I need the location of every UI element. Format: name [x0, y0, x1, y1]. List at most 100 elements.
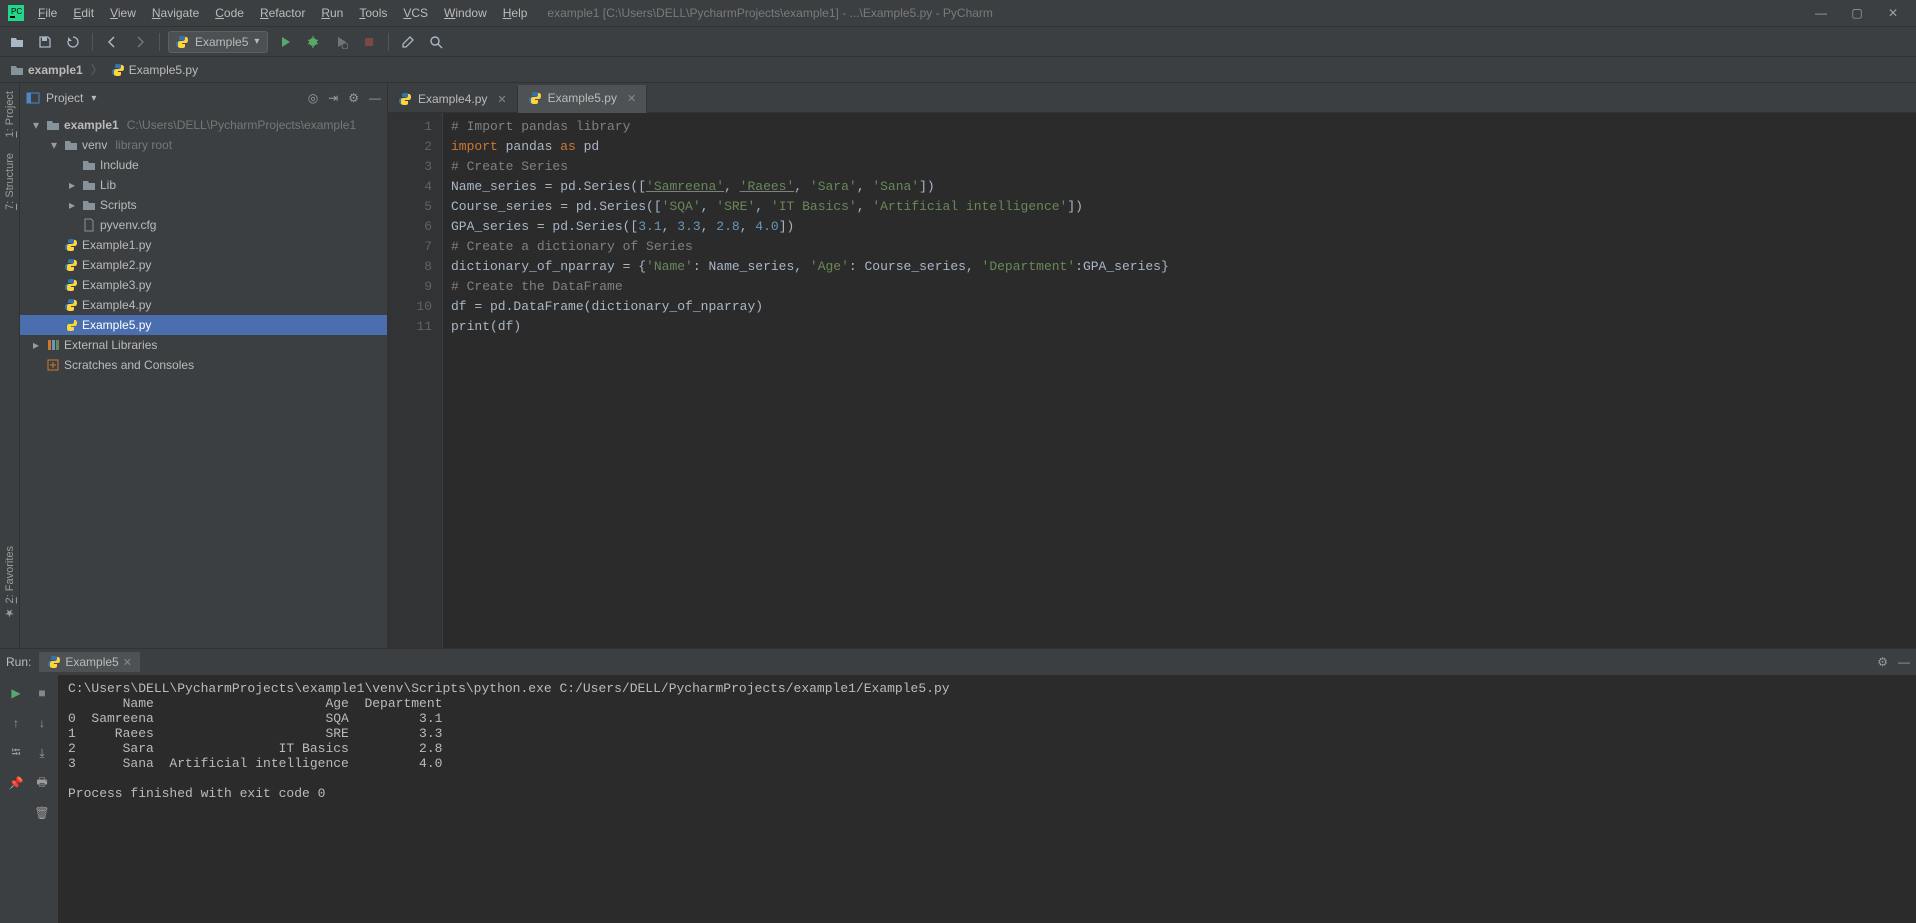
run-config-selector[interactable]: Example5 ▾: [168, 31, 268, 53]
open-icon[interactable]: [6, 31, 28, 53]
tree-item-external-libraries[interactable]: ▸External Libraries: [20, 335, 387, 355]
menu-run[interactable]: Run: [313, 2, 351, 24]
tree-item-venv[interactable]: ▾venvlibrary root: [20, 135, 387, 155]
collapse-icon[interactable]: ⇥: [328, 91, 338, 105]
menu-navigate[interactable]: Navigate: [144, 2, 207, 24]
stop-icon[interactable]: [358, 31, 380, 53]
code-line-2[interactable]: import pandas as pd: [451, 137, 1916, 157]
code-line-10[interactable]: df = pd.DataFrame(dictionary_of_nparray): [451, 297, 1916, 317]
menu-view[interactable]: View: [102, 2, 144, 24]
build-icon[interactable]: [397, 31, 419, 53]
run-side-toolbar: ▶ ■ ↑ ↓ ⭾ ⤓ 📌 🖶 🗑: [0, 675, 58, 923]
structure-strip-button[interactable]: 7: Structure: [4, 145, 16, 218]
up-icon[interactable]: ↑: [4, 709, 28, 737]
menu-refactor[interactable]: Refactor: [252, 2, 313, 24]
code-line-11[interactable]: print(df): [451, 317, 1916, 337]
chevron-down-icon: ▾: [254, 36, 259, 47]
tree-item-scripts[interactable]: ▸Scripts: [20, 195, 387, 215]
project-view-icon: [26, 91, 40, 105]
tree-item-pyvenv-cfg[interactable]: pyvenv.cfg: [20, 215, 387, 235]
project-panel-header: Project ▾ ◎ ⇥ ⚙ —: [20, 83, 387, 113]
python-icon: [64, 238, 78, 252]
python-icon: [528, 91, 542, 105]
favorites-strip-button[interactable]: ★ 2: Favorites: [3, 538, 16, 628]
close-icon[interactable]: ✕: [123, 656, 132, 669]
chevron-down-icon[interactable]: ▾: [91, 93, 96, 104]
menu-window[interactable]: Window: [436, 2, 495, 24]
run-tab[interactable]: Example5 ✕: [39, 652, 140, 672]
editor-code[interactable]: # Import pandas libraryimport pandas as …: [443, 113, 1916, 648]
breadcrumb-file[interactable]: Example5.py: [107, 61, 202, 79]
svg-text:PC: PC: [11, 7, 22, 16]
menu-tools[interactable]: Tools: [351, 2, 395, 24]
locate-icon[interactable]: ◎: [308, 91, 318, 105]
code-line-9[interactable]: # Create the DataFrame: [451, 277, 1916, 297]
save-icon[interactable]: [34, 31, 56, 53]
editor-gutter: 1234567891011: [388, 113, 443, 648]
window-title: example1 [C:\Users\DELL\PycharmProjects\…: [547, 6, 993, 20]
editor-body[interactable]: 1234567891011 # Import pandas libraryimp…: [388, 113, 1916, 648]
menu-code[interactable]: Code: [207, 2, 252, 24]
search-icon[interactable]: [425, 31, 447, 53]
menu-edit[interactable]: Edit: [65, 2, 102, 24]
tab-example5-py[interactable]: Example5.py✕: [518, 85, 648, 113]
tree-item-lib[interactable]: ▸Lib: [20, 175, 387, 195]
pin-icon[interactable]: 📌: [4, 769, 28, 797]
close-icon[interactable]: ✕: [497, 93, 506, 106]
debug-icon[interactable]: [302, 31, 324, 53]
left-tool-strip: 1: Project 7: Structure ★ 2: Favorites: [0, 83, 20, 648]
breadcrumb-project-label: example1: [28, 63, 83, 77]
tree-item-example4-py[interactable]: Example4.py: [20, 295, 387, 315]
close-icon[interactable]: ✕: [627, 92, 636, 105]
code-line-5[interactable]: Course_series = pd.Series(['SQA', 'SRE',…: [451, 197, 1916, 217]
gear-icon[interactable]: ⚙: [348, 91, 359, 105]
tree-item-example2-py[interactable]: Example2.py: [20, 255, 387, 275]
python-icon: [64, 318, 78, 332]
soft-wrap-icon[interactable]: ⭾: [4, 739, 28, 767]
close-window-button[interactable]: ✕: [1884, 6, 1902, 20]
print-icon[interactable]: 🖶: [30, 769, 54, 797]
run-icon[interactable]: [274, 31, 296, 53]
code-line-4[interactable]: Name_series = pd.Series(['Samreena', 'Ra…: [451, 177, 1916, 197]
code-line-6[interactable]: GPA_series = pd.Series([3.1, 3.3, 2.8, 4…: [451, 217, 1916, 237]
gear-icon[interactable]: ⚙: [1877, 655, 1888, 669]
tree-item--b-example1-b-[interactable]: ▾example1C:\Users\DELL\PycharmProjects\e…: [20, 115, 387, 135]
trash-icon[interactable]: 🗑: [30, 799, 54, 827]
down-icon[interactable]: ↓: [30, 709, 54, 737]
tab-example4-py[interactable]: Example4.py✕: [388, 86, 518, 112]
menu-vcs[interactable]: VCS: [395, 2, 436, 24]
project-strip-button[interactable]: 1: Project: [4, 83, 16, 145]
run-body: ▶ ■ ↑ ↓ ⭾ ⤓ 📌 🖶 🗑 C:\Users\DELL\PycharmP…: [0, 675, 1916, 923]
maximize-button[interactable]: ▢: [1848, 6, 1866, 20]
sync-icon[interactable]: [62, 31, 84, 53]
breadcrumb-file-label: Example5.py: [129, 63, 198, 77]
stop-icon[interactable]: ■: [30, 679, 54, 707]
hide-icon[interactable]: —: [369, 91, 381, 105]
tree-arrow-icon: ▸: [66, 178, 78, 192]
forward-icon[interactable]: [129, 31, 151, 53]
file-icon: [82, 218, 96, 232]
pycharm-icon: PC: [8, 5, 24, 21]
breadcrumb-project[interactable]: example1: [6, 61, 87, 79]
tree-item-example5-py[interactable]: Example5.py: [20, 315, 387, 335]
hide-icon[interactable]: —: [1898, 655, 1910, 669]
coverage-icon[interactable]: [330, 31, 352, 53]
tree-item-example3-py[interactable]: Example3.py: [20, 275, 387, 295]
code-line-8[interactable]: dictionary_of_nparray = {'Name': Name_se…: [451, 257, 1916, 277]
code-line-3[interactable]: # Create Series: [451, 157, 1916, 177]
scroll-end-icon[interactable]: ⤓: [30, 739, 54, 767]
back-icon[interactable]: [101, 31, 123, 53]
tree-item-scratches-and-consoles[interactable]: Scratches and Consoles: [20, 355, 387, 375]
menu-file[interactable]: File: [30, 2, 65, 24]
tree-item-example1-py[interactable]: Example1.py: [20, 235, 387, 255]
rerun-icon[interactable]: ▶: [4, 679, 28, 707]
minimize-button[interactable]: —: [1812, 6, 1830, 20]
run-title: Run:: [6, 655, 31, 669]
code-line-1[interactable]: # Import pandas library: [451, 117, 1916, 137]
tree-item-include[interactable]: Include: [20, 155, 387, 175]
menu-help[interactable]: Help: [495, 2, 536, 24]
code-line-7[interactable]: # Create a dictionary of Series: [451, 237, 1916, 257]
python-icon: [111, 63, 125, 77]
console-output[interactable]: C:\Users\DELL\PycharmProjects\example1\v…: [58, 675, 1916, 923]
project-tree[interactable]: ▾example1C:\Users\DELL\PycharmProjects\e…: [20, 113, 387, 648]
